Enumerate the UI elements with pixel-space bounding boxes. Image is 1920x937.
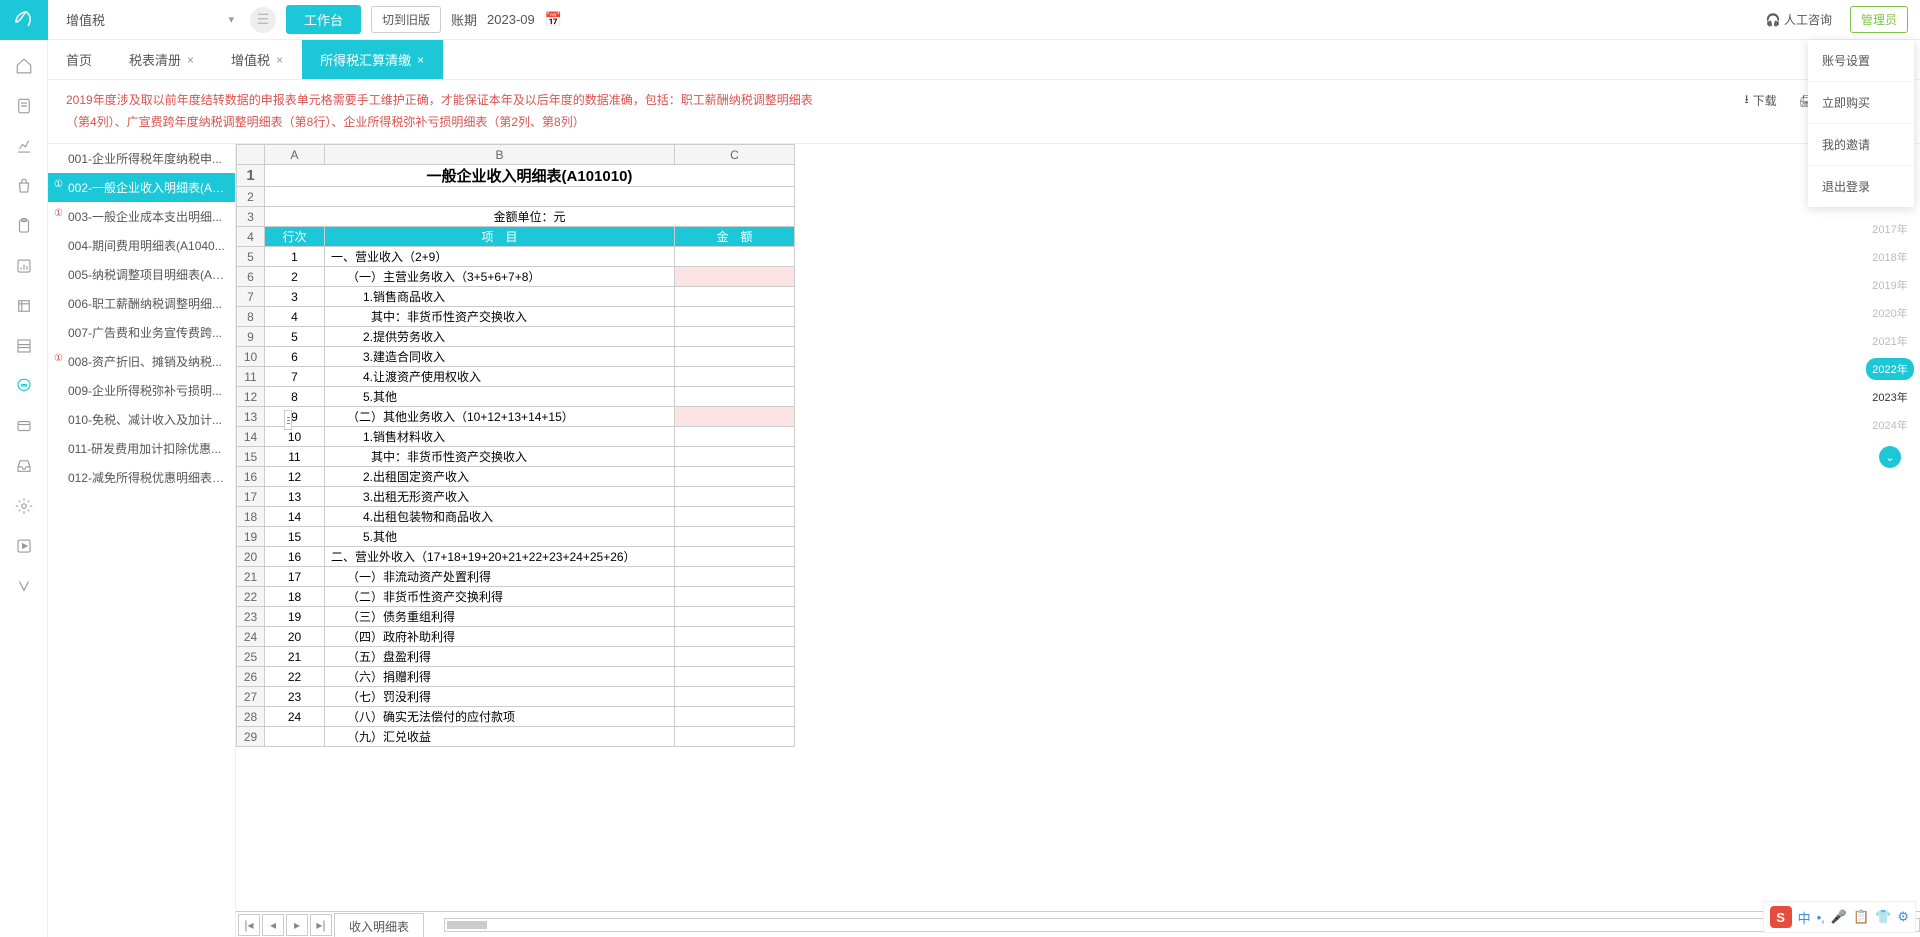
bag-icon[interactable]	[14, 176, 34, 196]
card-icon[interactable]	[14, 416, 34, 436]
horizontal-scrollbar[interactable]	[444, 918, 1920, 932]
ime-toolbar[interactable]: S 中 •, 🎤 📋 👕 ⚙	[1763, 901, 1916, 933]
year-rail: 2016年2017年2018年2019年2020年2021年2022年2023年…	[1866, 190, 1914, 468]
year-pill[interactable]: 2021年	[1866, 330, 1913, 352]
report-icon[interactable]	[14, 256, 34, 276]
year-pill[interactable]: 2017年	[1866, 218, 1913, 240]
gear-icon[interactable]	[14, 496, 34, 516]
form-tree: 001-企业所得税年度纳税申...002-一般企业收入明细表(A1...003-…	[48, 144, 236, 937]
ime-skin-icon[interactable]: 👕	[1875, 909, 1891, 925]
tree-item[interactable]: 008-资产折旧、摊销及纳税...	[48, 347, 235, 376]
ime-tools-icon[interactable]: ⚙	[1897, 909, 1909, 925]
sheet-tab[interactable]: 收入明细表	[334, 913, 424, 937]
warning-text: 2019年度涉及取以前年度结转数据的申报表单元格需要手工维护正确，才能保证本年及…	[66, 90, 826, 133]
play-icon[interactable]	[14, 536, 34, 556]
sheet-nav-first[interactable]: |◂	[238, 914, 260, 936]
year-more-icon[interactable]: ⌄	[1879, 446, 1901, 468]
template-icon[interactable]	[14, 296, 34, 316]
year-pill[interactable]: 2018年	[1866, 246, 1913, 268]
doc-icon[interactable]	[14, 96, 34, 116]
list-toggle-icon[interactable]: ☰	[250, 7, 276, 33]
sheet-nav-last[interactable]: ▸|	[310, 914, 332, 936]
resize-handle[interactable]	[284, 410, 292, 430]
tree-item[interactable]: 007-广告费和业务宣传费跨...	[48, 318, 235, 347]
user-menu-item[interactable]: 退出登录	[1808, 166, 1914, 207]
close-icon[interactable]: ×	[276, 53, 283, 67]
calendar-icon[interactable]: 📅	[545, 11, 562, 28]
workbench-button[interactable]: 工作台	[286, 5, 361, 34]
sheet-footer: |◂ ◂ ▸ ▸| 收入明细表	[236, 911, 1920, 937]
tree-item[interactable]: 001-企业所得税年度纳税申...	[48, 144, 235, 173]
tax-icon[interactable]	[14, 376, 34, 396]
consult-link[interactable]: 🎧 人工咨询	[1766, 11, 1832, 28]
tree-item[interactable]: 006-职工薪酬纳税调整明细...	[48, 289, 235, 318]
tree-item[interactable]: 009-企业所得税弥补亏损明...	[48, 376, 235, 405]
year-pill[interactable]: 2023年	[1866, 386, 1913, 408]
tab-增值税[interactable]: 增值税×	[213, 40, 302, 79]
period-value[interactable]: 2023-09	[487, 12, 535, 27]
admin-button[interactable]: 管理员	[1850, 6, 1908, 33]
toolbar: 2019年度涉及取以前年度结转数据的申报表单元格需要手工维护正确，才能保证本年及…	[48, 80, 1920, 144]
v-icon[interactable]	[14, 576, 34, 596]
chart-icon[interactable]	[14, 136, 34, 156]
year-pill[interactable]: 2024年	[1866, 414, 1913, 436]
home-icon[interactable]	[14, 56, 34, 76]
chevron-down-icon: ▾	[228, 13, 234, 26]
sheet-nav-next[interactable]: ▸	[286, 914, 308, 936]
close-icon[interactable]: ×	[417, 53, 424, 67]
tax-type-select[interactable]: 增值税▾	[60, 10, 240, 29]
download-button[interactable]: ⭳ 下载	[1744, 90, 1776, 111]
left-sidebar	[0, 0, 48, 937]
tree-item[interactable]: 003-一般企业成本支出明细...	[48, 202, 235, 231]
user-menu-item[interactable]: 我的邀请	[1808, 124, 1914, 166]
ime-punct[interactable]: •,	[1817, 910, 1825, 925]
tab-首页[interactable]: 首页	[48, 40, 111, 79]
tree-item[interactable]: 010-免税、减计收入及加计...	[48, 405, 235, 434]
clipboard-icon[interactable]	[14, 216, 34, 236]
user-dropdown-menu: 账号设置立即购买我的邀请退出登录	[1808, 40, 1914, 207]
spreadsheet[interactable]: ABC1一般企业收入明细表(A101010)23金额单位：元4行次项 目金 额5…	[236, 144, 1920, 911]
tree-item[interactable]: 012-减免所得税优惠明细表(...	[48, 463, 235, 492]
tree-item[interactable]: 005-纳税调整项目明细表(A1...	[48, 260, 235, 289]
app-logo[interactable]	[0, 0, 48, 40]
top-bar: 增值税▾ ☰ 工作台 切到旧版 账期 2023-09 📅 🎧 人工咨询 管理员	[48, 0, 1920, 40]
user-menu-item[interactable]: 账号设置	[1808, 40, 1914, 82]
ime-clip-icon[interactable]: 📋	[1853, 909, 1869, 925]
year-pill[interactable]: 2019年	[1866, 274, 1913, 296]
tab-税表清册[interactable]: 税表清册×	[111, 40, 213, 79]
page-tabs: 首页税表清册×增值税×所得税汇算清缴×	[48, 40, 1920, 80]
year-pill[interactable]: 2020年	[1866, 302, 1913, 324]
ime-badge[interactable]: S	[1770, 906, 1792, 928]
close-icon[interactable]: ×	[187, 53, 194, 67]
sheet-nav-prev[interactable]: ◂	[262, 914, 284, 936]
period-label: 账期	[451, 10, 477, 29]
user-menu-item[interactable]: 立即购买	[1808, 82, 1914, 124]
grid-icon[interactable]	[14, 336, 34, 356]
tree-item[interactable]: 011-研发费用加计扣除优惠...	[48, 434, 235, 463]
tree-item[interactable]: 004-期间费用明细表(A1040...	[48, 231, 235, 260]
inbox-icon[interactable]	[14, 456, 34, 476]
ime-mic-icon[interactable]: 🎤	[1831, 909, 1847, 925]
ime-lang[interactable]: 中	[1798, 908, 1811, 927]
tab-所得税汇算清缴[interactable]: 所得税汇算清缴×	[302, 40, 443, 79]
tree-item[interactable]: 002-一般企业收入明细表(A1...	[48, 173, 235, 202]
year-pill[interactable]: 2022年	[1866, 358, 1913, 380]
switch-old-button[interactable]: 切到旧版	[371, 6, 441, 33]
